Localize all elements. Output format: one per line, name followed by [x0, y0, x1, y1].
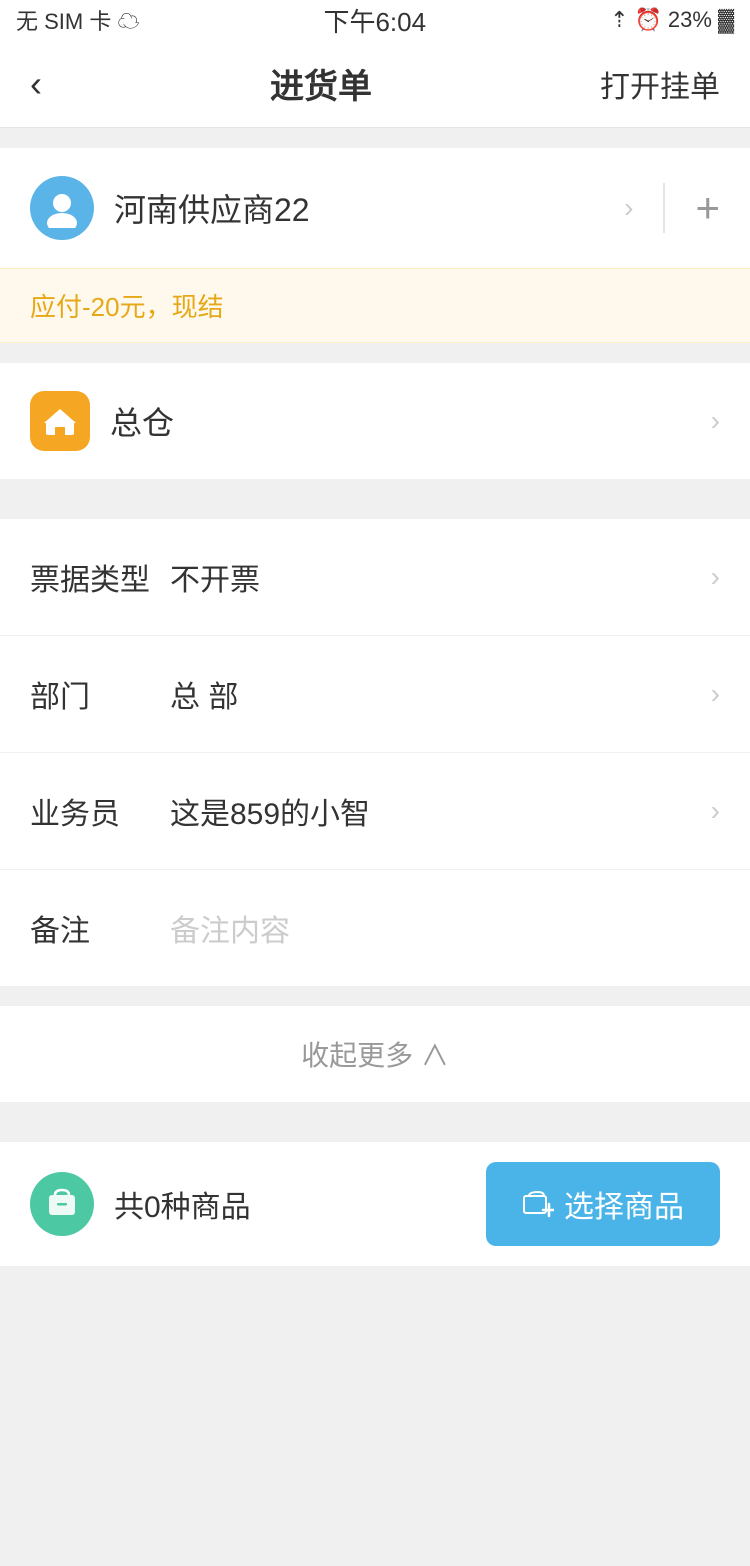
warehouse-row[interactable]: 总仓 › [0, 363, 750, 479]
sim-signal: 无 SIM 卡 ☁ [16, 4, 139, 36]
open-pending-button[interactable]: 打开挂单 [600, 62, 720, 106]
supplier-divider [663, 183, 665, 233]
form-section: 票据类型 不开票 › 部门 总 部 › 业务员 这是859的小智 › 备注 备注… [0, 519, 750, 986]
department-label: 部门 [30, 672, 170, 716]
remark-label: 备注 [30, 906, 170, 950]
page-title: 进货单 [270, 59, 372, 108]
form-row-department[interactable]: 部门 总 部 › [0, 636, 750, 753]
status-bar: 无 SIM 卡 ☁ 下午6:04 ⇡ ⏰ 23% ▓ [0, 0, 750, 40]
select-product-icon [522, 1188, 554, 1220]
select-product-button[interactable]: 选择商品 [486, 1162, 720, 1246]
back-button[interactable]: ‹ [30, 63, 42, 105]
notice-text: 应付-20元，现结 [30, 292, 224, 322]
form-row-invoice[interactable]: 票据类型 不开票 › [0, 519, 750, 636]
warehouse-icon [30, 391, 90, 451]
invoice-label: 票据类型 [30, 555, 170, 599]
battery-icon: ▓ [718, 7, 734, 33]
add-supplier-button[interactable]: + [695, 184, 720, 232]
department-arrow-icon: › [711, 678, 720, 710]
location-icon: ⇡ [610, 7, 628, 33]
department-value: 总 部 [170, 672, 711, 716]
section-gap-2 [0, 343, 750, 363]
salesperson-value: 这是859的小智 [170, 789, 711, 833]
alarm-icon: ⏰ [635, 7, 662, 33]
warehouse-name: 总仓 [110, 398, 711, 444]
supplier-arrow-icon: › [624, 192, 633, 224]
salesperson-arrow-icon: › [711, 795, 720, 827]
nav-bar: ‹ 进货单 打开挂单 [0, 40, 750, 128]
salesperson-label: 业务员 [30, 789, 170, 833]
remark-value: 备注内容 [170, 906, 720, 950]
bottom-bar: 共0种商品 选择商品 [0, 1142, 750, 1266]
supplier-section: 河南供应商22 › + 应付-20元，现结 [0, 148, 750, 343]
section-gap-4 [0, 1102, 750, 1122]
product-count-text: 共0种商品 [114, 1182, 466, 1226]
supplier-row[interactable]: 河南供应商22 › + [0, 148, 750, 268]
page-background [0, 1266, 750, 1566]
notice-bar: 应付-20元，现结 [0, 268, 750, 343]
collapse-label: 收起更多 ∧ [301, 1034, 449, 1074]
form-row-salesperson[interactable]: 业务员 这是859的小智 › [0, 753, 750, 870]
product-icon [30, 1172, 94, 1236]
supplier-name: 河南供应商22 [114, 185, 624, 231]
select-product-label: 选择商品 [564, 1182, 684, 1226]
supplier-avatar [30, 176, 94, 240]
warehouse-arrow-icon: › [711, 405, 720, 437]
invoice-arrow-icon: › [711, 561, 720, 593]
invoice-value: 不开票 [170, 555, 711, 599]
status-left: 无 SIM 卡 ☁ [16, 4, 139, 36]
section-gap-1 [0, 128, 750, 148]
status-right: ⇡ ⏰ 23% ▓ [610, 7, 734, 33]
collapse-bar[interactable]: 收起更多 ∧ [0, 1006, 750, 1102]
section-gap-3 [0, 479, 750, 499]
form-row-remark[interactable]: 备注 备注内容 [0, 870, 750, 986]
battery-text: 23% [668, 7, 712, 33]
status-time: 下午6:04 [323, 2, 426, 39]
